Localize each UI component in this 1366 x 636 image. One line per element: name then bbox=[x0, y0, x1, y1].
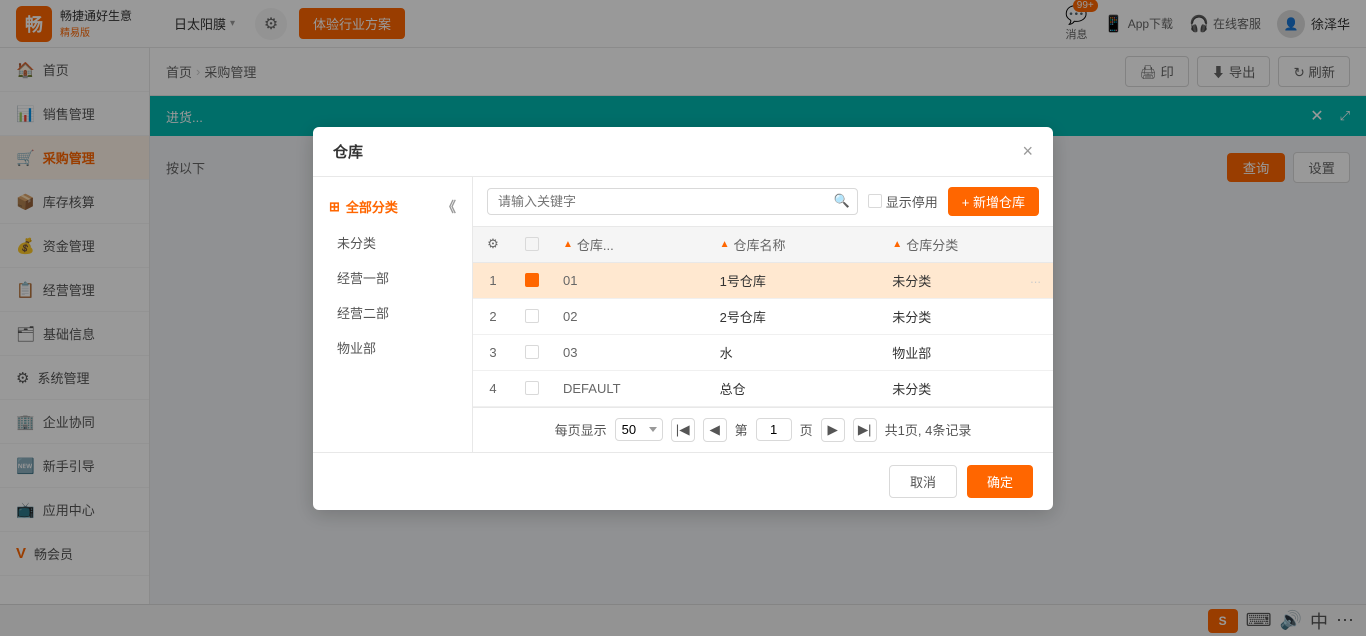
table-row[interactable]: 4 DEFAULT 总仓 未分类 bbox=[473, 370, 1053, 406]
row-num: 03 bbox=[551, 334, 708, 370]
table-row[interactable]: 1 01 1号仓库 未分类... bbox=[473, 262, 1053, 298]
cat-all-header[interactable]: ⊞ 全部分类 《 bbox=[313, 189, 472, 225]
row-gear[interactable]: 3 bbox=[473, 334, 513, 370]
row-num: DEFAULT bbox=[551, 370, 708, 406]
row-category: 未分类... bbox=[880, 262, 1053, 298]
cat-item-uncategorized[interactable]: 未分类 bbox=[313, 225, 472, 260]
header-checkbox[interactable] bbox=[525, 237, 539, 251]
cat-item-ops2[interactable]: 经营二部 bbox=[313, 295, 472, 330]
first-page-button[interactable]: |◀ bbox=[671, 418, 695, 442]
pagination: 每页显示 50 10 20 100 |◀ ◀ 第 页 ▶ ▶| 共1页, 4条记… bbox=[473, 407, 1053, 452]
row-gear[interactable]: 2 bbox=[473, 298, 513, 334]
category-panel: ⊞ 全部分类 《 未分类 经营一部 经营二部 物业部 bbox=[313, 177, 473, 452]
row-checkbox-cell[interactable] bbox=[513, 334, 551, 370]
checkbox-col-header bbox=[513, 227, 551, 263]
cat-item-ops1[interactable]: 经营一部 bbox=[313, 260, 472, 295]
row-name: 1号仓库 bbox=[708, 262, 881, 298]
row-category: 未分类 bbox=[880, 370, 1053, 406]
cat-item-property[interactable]: 物业部 bbox=[313, 330, 472, 365]
sort-icon3: ▲ bbox=[892, 239, 902, 250]
table-toolbar: 🔍 显示停用 + 新增仓库 bbox=[473, 177, 1053, 227]
search-input-wrap: 🔍 bbox=[487, 188, 858, 215]
row-more-btn[interactable]: ... bbox=[1030, 271, 1041, 286]
row-category: 物业部 bbox=[880, 334, 1053, 370]
table-row[interactable]: 2 02 2号仓库 未分类 bbox=[473, 298, 1053, 334]
row-checkbox[interactable] bbox=[525, 273, 539, 287]
row-num: 02 bbox=[551, 298, 708, 334]
sort-icon: ▲ bbox=[563, 239, 573, 250]
row-category: 未分类 bbox=[880, 298, 1053, 334]
prev-page-button[interactable]: ◀ bbox=[703, 418, 727, 442]
row-checkbox-cell[interactable] bbox=[513, 298, 551, 334]
page-number-input[interactable] bbox=[756, 418, 792, 441]
modal-footer: 取消 确定 bbox=[313, 452, 1053, 510]
gear-col-header: ⚙ bbox=[473, 227, 513, 263]
data-table: ⚙ ▲ 仓库... bbox=[473, 227, 1053, 407]
confirm-button[interactable]: 确定 bbox=[967, 465, 1033, 498]
row-name: 2号仓库 bbox=[708, 298, 881, 334]
next-page-button[interactable]: ▶ bbox=[821, 418, 845, 442]
row-gear[interactable]: 1 bbox=[473, 262, 513, 298]
row-num: 01 bbox=[551, 262, 708, 298]
name-col-header: ▲ 仓库名称 bbox=[708, 227, 881, 263]
grid-icon: ⊞ bbox=[329, 199, 340, 215]
row-checkbox[interactable] bbox=[525, 345, 539, 359]
modal-header: 仓库 × bbox=[313, 127, 1053, 177]
cancel-button[interactable]: 取消 bbox=[889, 465, 957, 498]
modal-close-button[interactable]: × bbox=[1022, 141, 1033, 162]
table-row[interactable]: 3 03 水 物业部 bbox=[473, 334, 1053, 370]
modal-title: 仓库 bbox=[333, 141, 363, 162]
search-icon[interactable]: 🔍 bbox=[834, 193, 850, 209]
row-checkbox-cell[interactable] bbox=[513, 370, 551, 406]
modal-body: ⊞ 全部分类 《 未分类 经营一部 经营二部 物业部 🔍 bbox=[313, 177, 1053, 452]
show-disabled-checkbox[interactable] bbox=[868, 194, 882, 208]
row-checkbox[interactable] bbox=[525, 381, 539, 395]
warehouse-modal: 仓库 × ⊞ 全部分类 《 未分类 经营一部 经营二部 物业部 bbox=[313, 127, 1053, 510]
last-page-button[interactable]: ▶| bbox=[853, 418, 877, 442]
page-size-select[interactable]: 50 10 20 100 bbox=[615, 418, 663, 441]
show-disabled-wrap[interactable]: 显示停用 bbox=[868, 192, 938, 211]
code-col-header: ▲ 仓库... bbox=[551, 227, 708, 263]
row-checkbox[interactable] bbox=[525, 309, 539, 323]
new-warehouse-button[interactable]: + 新增仓库 bbox=[948, 187, 1039, 216]
row-checkbox-cell[interactable] bbox=[513, 262, 551, 298]
search-input[interactable] bbox=[487, 188, 858, 215]
modal-overlay: 仓库 × ⊞ 全部分类 《 未分类 经营一部 经营二部 物业部 bbox=[0, 0, 1366, 636]
collapse-icon[interactable]: 《 bbox=[442, 197, 456, 217]
category-col-header: ▲ 仓库分类 bbox=[880, 227, 1053, 263]
row-name: 水 bbox=[708, 334, 881, 370]
row-gear[interactable]: 4 bbox=[473, 370, 513, 406]
table-panel: 🔍 显示停用 + 新增仓库 ⚙ bbox=[473, 177, 1053, 452]
row-name: 总仓 bbox=[708, 370, 881, 406]
sort-icon2: ▲ bbox=[720, 239, 730, 250]
